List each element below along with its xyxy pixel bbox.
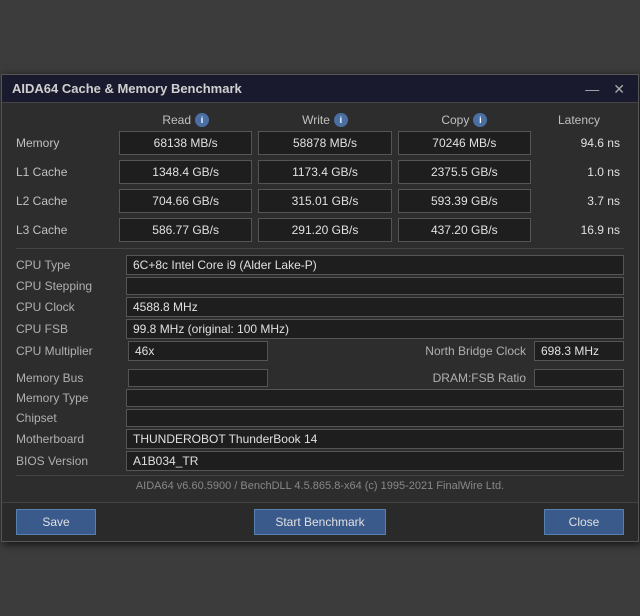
header-copy-label: Copy — [441, 113, 469, 127]
main-window: AIDA64 Cache & Memory Benchmark — ✕ Read… — [1, 74, 639, 542]
read-info-icon[interactable]: i — [195, 113, 209, 127]
footer-text: AIDA64 v6.60.5900 / BenchDLL 4.5.865.8-x… — [16, 475, 624, 496]
motherboard-row: Motherboard THUNDEROBOT ThunderBook 14 — [16, 429, 624, 449]
memory-bus-row: Memory Bus DRAM:FSB Ratio — [16, 369, 624, 387]
memory-type-value — [126, 389, 624, 407]
table-row: L3 Cache 586.77 GB/s 291.20 GB/s 437.20 … — [16, 218, 624, 242]
dram-fsb-ratio-label: DRAM:FSB Ratio — [402, 369, 532, 387]
cpu-clock-value: 4588.8 MHz — [126, 297, 624, 317]
l3-copy: 437.20 GB/s — [398, 218, 531, 242]
write-info-icon[interactable]: i — [334, 113, 348, 127]
bios-version-value: A1B034_TR — [126, 451, 624, 471]
bottom-bar: Save Start Benchmark Close — [2, 502, 638, 541]
bench-header: Read i Write i Copy i Latency — [16, 113, 624, 127]
memory-type-row: Memory Type — [16, 389, 624, 407]
title-bar-controls: — ✕ — [582, 82, 628, 96]
bios-version-label: BIOS Version — [16, 452, 126, 470]
header-write: Write i — [255, 113, 394, 127]
row-label-memory: Memory — [16, 136, 116, 150]
cpu-multiplier-value: 46x — [128, 341, 268, 361]
copy-info-icon[interactable]: i — [473, 113, 487, 127]
l3-latency: 16.9 ns — [534, 223, 624, 237]
window-title: AIDA64 Cache & Memory Benchmark — [12, 81, 242, 96]
memory-copy: 70246 MB/s — [398, 131, 531, 155]
cpu-stepping-row: CPU Stepping — [16, 277, 624, 295]
row-label-l3: L3 Cache — [16, 223, 116, 237]
bench-rows: Memory 68138 MB/s 58878 MB/s 70246 MB/s … — [16, 131, 624, 242]
l1-latency: 1.0 ns — [534, 165, 624, 179]
cpu-type-label: CPU Type — [16, 256, 126, 274]
l1-write: 1173.4 GB/s — [258, 160, 391, 184]
header-write-label: Write — [302, 113, 330, 127]
l2-copy: 593.39 GB/s — [398, 189, 531, 213]
table-row: L2 Cache 704.66 GB/s 315.01 GB/s 593.39 … — [16, 189, 624, 213]
header-read: Read i — [116, 113, 255, 127]
header-latency: Latency — [534, 113, 624, 127]
row-label-l1: L1 Cache — [16, 165, 116, 179]
memory-type-label: Memory Type — [16, 389, 126, 407]
l2-read: 704.66 GB/s — [119, 189, 252, 213]
memory-read: 68138 MB/s — [119, 131, 252, 155]
table-row: L1 Cache 1348.4 GB/s 1173.4 GB/s 2375.5 … — [16, 160, 624, 184]
l1-copy: 2375.5 GB/s — [398, 160, 531, 184]
header-latency-label: Latency — [558, 113, 600, 127]
memory-bus-value — [128, 369, 268, 387]
memory-latency: 94.6 ns — [534, 136, 624, 150]
system-info: CPU Type 6C+8c Intel Core i9 (Alder Lake… — [16, 255, 624, 471]
header-empty — [16, 113, 116, 127]
header-copy: Copy i — [395, 113, 534, 127]
chipset-value — [126, 409, 624, 427]
motherboard-label: Motherboard — [16, 430, 126, 448]
cpu-clock-row: CPU Clock 4588.8 MHz — [16, 297, 624, 317]
row-label-l2: L2 Cache — [16, 194, 116, 208]
l1-read: 1348.4 GB/s — [119, 160, 252, 184]
cpu-type-row: CPU Type 6C+8c Intel Core i9 (Alder Lake… — [16, 255, 624, 275]
north-bridge-clock-value: 698.3 MHz — [534, 341, 624, 361]
memory-bus-label: Memory Bus — [16, 369, 126, 387]
north-bridge-clock-label: North Bridge Clock — [402, 342, 532, 360]
dram-fsb-ratio-value — [534, 369, 624, 387]
cpu-stepping-value — [126, 277, 624, 295]
cpu-clock-label: CPU Clock — [16, 298, 126, 316]
cpu-fsb-row: CPU FSB 99.8 MHz (original: 100 MHz) — [16, 319, 624, 339]
l2-write: 315.01 GB/s — [258, 189, 391, 213]
title-bar: AIDA64 Cache & Memory Benchmark — ✕ — [2, 75, 638, 103]
table-row: Memory 68138 MB/s 58878 MB/s 70246 MB/s … — [16, 131, 624, 155]
divider-1 — [16, 248, 624, 249]
main-content: Read i Write i Copy i Latency Memory 681… — [2, 103, 638, 502]
save-button[interactable]: Save — [16, 509, 96, 535]
cpu-stepping-label: CPU Stepping — [16, 277, 126, 295]
cpu-multiplier-label: CPU Multiplier — [16, 342, 126, 360]
l3-write: 291.20 GB/s — [258, 218, 391, 242]
cpu-fsb-value: 99.8 MHz (original: 100 MHz) — [126, 319, 624, 339]
close-button[interactable]: ✕ — [610, 82, 628, 96]
cpu-type-value: 6C+8c Intel Core i9 (Alder Lake-P) — [126, 255, 624, 275]
header-read-label: Read — [162, 113, 191, 127]
chipset-row: Chipset — [16, 409, 624, 427]
bios-version-row: BIOS Version A1B034_TR — [16, 451, 624, 471]
start-benchmark-button[interactable]: Start Benchmark — [254, 509, 385, 535]
chipset-label: Chipset — [16, 409, 126, 427]
l3-read: 586.77 GB/s — [119, 218, 252, 242]
minimize-button[interactable]: — — [582, 82, 602, 96]
l2-latency: 3.7 ns — [534, 194, 624, 208]
close-button-bottom[interactable]: Close — [544, 509, 624, 535]
cpu-fsb-label: CPU FSB — [16, 320, 126, 338]
motherboard-value: THUNDEROBOT ThunderBook 14 — [126, 429, 624, 449]
cpu-multiplier-row: CPU Multiplier 46x North Bridge Clock 69… — [16, 341, 624, 361]
memory-write: 58878 MB/s — [258, 131, 391, 155]
